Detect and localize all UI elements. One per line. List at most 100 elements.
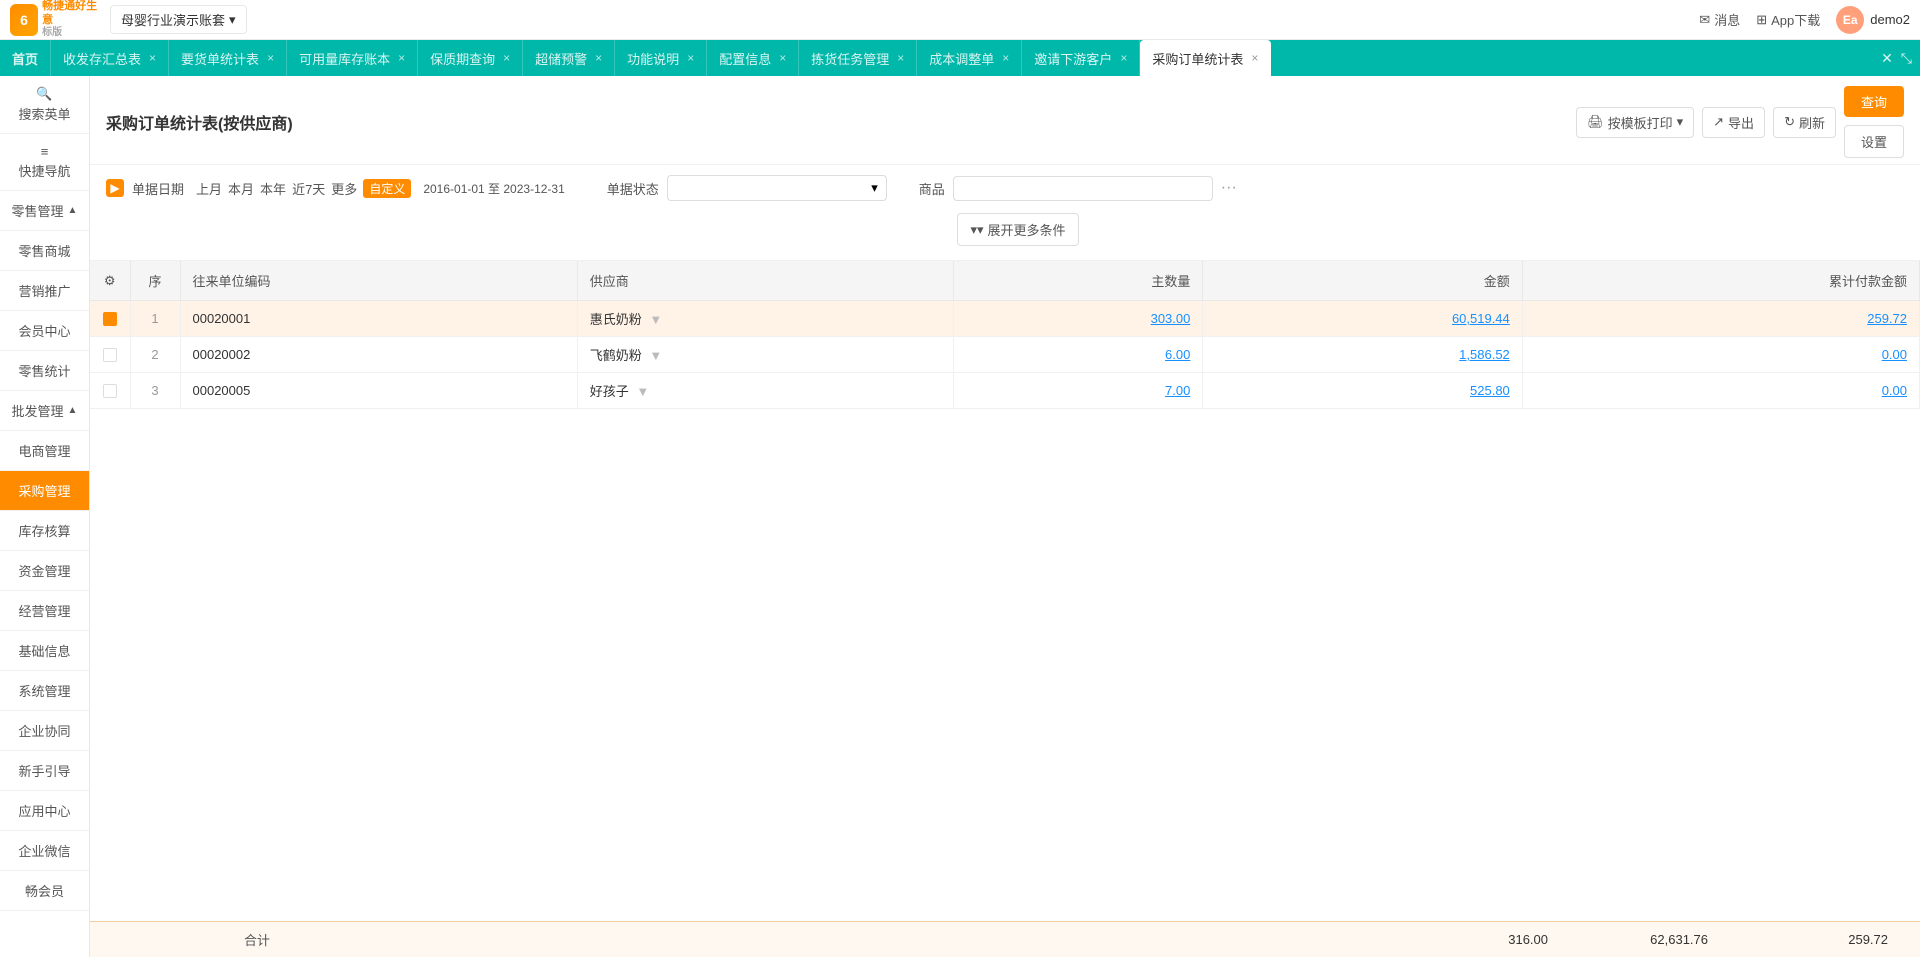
sidebar-item-basic[interactable]: 基础信息 [0, 631, 89, 671]
filter-toggle[interactable]: ▶ [106, 175, 124, 197]
tab-peizhi[interactable]: 配置信息 × [707, 40, 799, 76]
close-tab-yaoqing[interactable]: × [1120, 52, 1127, 64]
tab-home[interactable]: 首页 [0, 40, 51, 76]
expand-down-icon: ▾▾ [970, 222, 983, 238]
row-paid[interactable]: 0.00 [1522, 337, 1919, 373]
checkbox-icon[interactable] [103, 348, 117, 362]
message-button[interactable]: ✉ 消息 [1699, 10, 1740, 29]
user-info[interactable]: Ea demo2 [1836, 6, 1910, 34]
row-amount[interactable]: 1,586.52 [1203, 337, 1522, 373]
shortcut-7days[interactable]: 近7天 [292, 179, 325, 198]
tab-close-all-icon[interactable]: ✕ [1881, 50, 1893, 67]
row-paid[interactable]: 0.00 [1522, 373, 1919, 409]
table-row[interactable]: 2 00020002 飞鹤奶粉 ▼ 6.00 1,586.52 0.00 [90, 337, 1920, 373]
query-button[interactable]: 查询 [1844, 86, 1904, 117]
refresh-button[interactable]: ↻ 刷新 [1773, 107, 1836, 138]
row-qty[interactable]: 7.00 [953, 373, 1203, 409]
shortcut-last-month[interactable]: 上月 [196, 179, 222, 198]
sidebar-item-finance[interactable]: 资金管理 [0, 551, 89, 591]
setting-button[interactable]: 设置 [1844, 125, 1904, 158]
row-code: 00020002 [180, 337, 577, 373]
row-expand-icon[interactable]: ▼ [649, 312, 662, 327]
goods-more-icon[interactable]: ··· [1221, 179, 1237, 197]
sidebar-item-batch[interactable]: 批发管理 ▲ [0, 391, 89, 431]
page: 采购订单统计表(按供应商) 🖨 按模板打印 ▾ ↗ 导出 ↻ 刷新 [90, 76, 1920, 957]
tab-yaoqing[interactable]: 邀请下游客户 × [1022, 40, 1140, 76]
row-checkbox[interactable] [90, 301, 130, 337]
shortcut-more[interactable]: 更多 [331, 179, 357, 198]
sidebar-item-purchase[interactable]: 采购管理 [0, 471, 89, 511]
app-download-button[interactable]: ⊞ App下载 [1756, 10, 1820, 29]
row-paid[interactable]: 259.72 [1522, 301, 1919, 337]
filter-expand-icon[interactable]: ▶ [106, 179, 124, 197]
tab-yaohuo[interactable]: 要货单统计表 × [169, 40, 287, 76]
checkbox-icon[interactable] [103, 384, 117, 398]
shortcut-this-year[interactable]: 本年 [260, 179, 286, 198]
tab-gongneng[interactable]: 功能说明 × [615, 40, 707, 76]
sidebar-item-operation[interactable]: 经营管理 [0, 591, 89, 631]
sidebar-item-shop[interactable]: 零售商城 [0, 231, 89, 271]
checkbox-icon[interactable] [103, 312, 117, 326]
col-settings[interactable]: ⚙ [90, 261, 130, 301]
sidebar-item-newguide[interactable]: 新手引导 [0, 751, 89, 791]
tab-shoufaya[interactable]: 收发存汇总表 × [51, 40, 169, 76]
sidebar-item-enterprise[interactable]: 企业协同 [0, 711, 89, 751]
sidebar-item-ecommerce[interactable]: 电商管理 [0, 431, 89, 471]
close-tab-tuohuo[interactable]: × [897, 52, 904, 64]
table-row[interactable]: 3 00020005 好孩子 ▼ 7.00 525.80 0.00 [90, 373, 1920, 409]
print-button[interactable]: 🖨 按模板打印 ▾ [1576, 107, 1694, 138]
workspace-selector[interactable]: 母婴行业演示账套 ▾ [110, 5, 247, 34]
row-amount[interactable]: 525.80 [1203, 373, 1522, 409]
tab-caigou[interactable]: 采购订单统计表 × [1140, 40, 1271, 76]
tab-chengben[interactable]: 成本调整单 × [917, 40, 1022, 76]
sidebar-item-vip[interactable]: 畅会员 [0, 871, 89, 911]
sidebar-item-system[interactable]: 系统管理 [0, 671, 89, 711]
sidebar-item-corpwx[interactable]: 企业微信 [0, 831, 89, 871]
row-checkbox[interactable] [90, 373, 130, 409]
close-tab-chengben[interactable]: × [1002, 52, 1009, 64]
col-qty: 主数量 [953, 261, 1203, 301]
row-qty[interactable]: 6.00 [953, 337, 1203, 373]
sidebar-item-inventory[interactable]: 库存核算 [0, 511, 89, 551]
row-qty[interactable]: 303.00 [953, 301, 1203, 337]
workspace-chevron-icon: ▾ [229, 12, 236, 28]
tab-expand-icon[interactable]: ⤡ [1901, 50, 1912, 67]
sidebar-item-search[interactable]: 🔍 搜索英单 [0, 76, 89, 134]
nav-tabs-right: ✕ ⤡ [1873, 50, 1920, 67]
tab-keyong[interactable]: 可用量库存账本 × [287, 40, 418, 76]
table-row[interactable]: 1 00020001 惠氏奶粉 ▼ 303.00 60,519.44 259.7… [90, 301, 1920, 337]
export-button[interactable]: ↗ 导出 [1702, 107, 1765, 138]
row-expand-icon[interactable]: ▼ [649, 348, 662, 363]
tab-chaochuo[interactable]: 超储预警 × [523, 40, 615, 76]
close-tab-shoufaya[interactable]: × [149, 52, 156, 64]
close-tab-baobao[interactable]: × [503, 52, 510, 64]
page-header-actions: 🖨 按模板打印 ▾ ↗ 导出 ↻ 刷新 查询 设置 [1576, 86, 1904, 158]
sidebar-item-quicknav[interactable]: ≡ 快捷导航 [0, 134, 89, 191]
close-tab-keyong[interactable]: × [398, 52, 405, 64]
close-tab-gongneng[interactable]: × [687, 52, 694, 64]
row-amount[interactable]: 60,519.44 [1203, 301, 1522, 337]
sidebar-item-marketing[interactable]: 营销推广 [0, 271, 89, 311]
goods-input[interactable] [953, 176, 1213, 201]
tab-baobao[interactable]: 保质期查询 × [418, 40, 523, 76]
col-supplier: 供应商 [577, 261, 953, 301]
settings-icon[interactable]: ⚙ [104, 273, 116, 288]
sidebar-item-retail[interactable]: 零售管理 ▲ [0, 191, 89, 231]
close-tab-caigou[interactable]: × [1251, 52, 1258, 64]
shortcut-this-month[interactable]: 本月 [228, 179, 254, 198]
sidebar-item-appcenter[interactable]: 应用中心 [0, 791, 89, 831]
close-tab-chaochuo[interactable]: × [595, 52, 602, 64]
custom-date-badge[interactable]: 自定义 [363, 179, 411, 198]
row-checkbox[interactable] [90, 337, 130, 373]
row-expand-icon[interactable]: ▼ [636, 384, 649, 399]
close-tab-yaohuo[interactable]: × [267, 52, 274, 64]
expand-more-button[interactable]: ▾▾ 展开更多条件 [957, 213, 1078, 246]
table-container: ⚙ 序 往来单位编码 供应商 主数量 金额 累计付款金额 [90, 261, 1920, 921]
batch-expand-icon: ▲ [68, 405, 78, 416]
status-select[interactable]: ▾ [667, 175, 887, 201]
close-tab-peizhi[interactable]: × [779, 52, 786, 64]
sidebar-item-retail-stat[interactable]: 零售统计 [0, 351, 89, 391]
row-no: 2 [130, 337, 180, 373]
sidebar-item-member[interactable]: 会员中心 [0, 311, 89, 351]
tab-tuohuo[interactable]: 拣货任务管理 × [799, 40, 917, 76]
